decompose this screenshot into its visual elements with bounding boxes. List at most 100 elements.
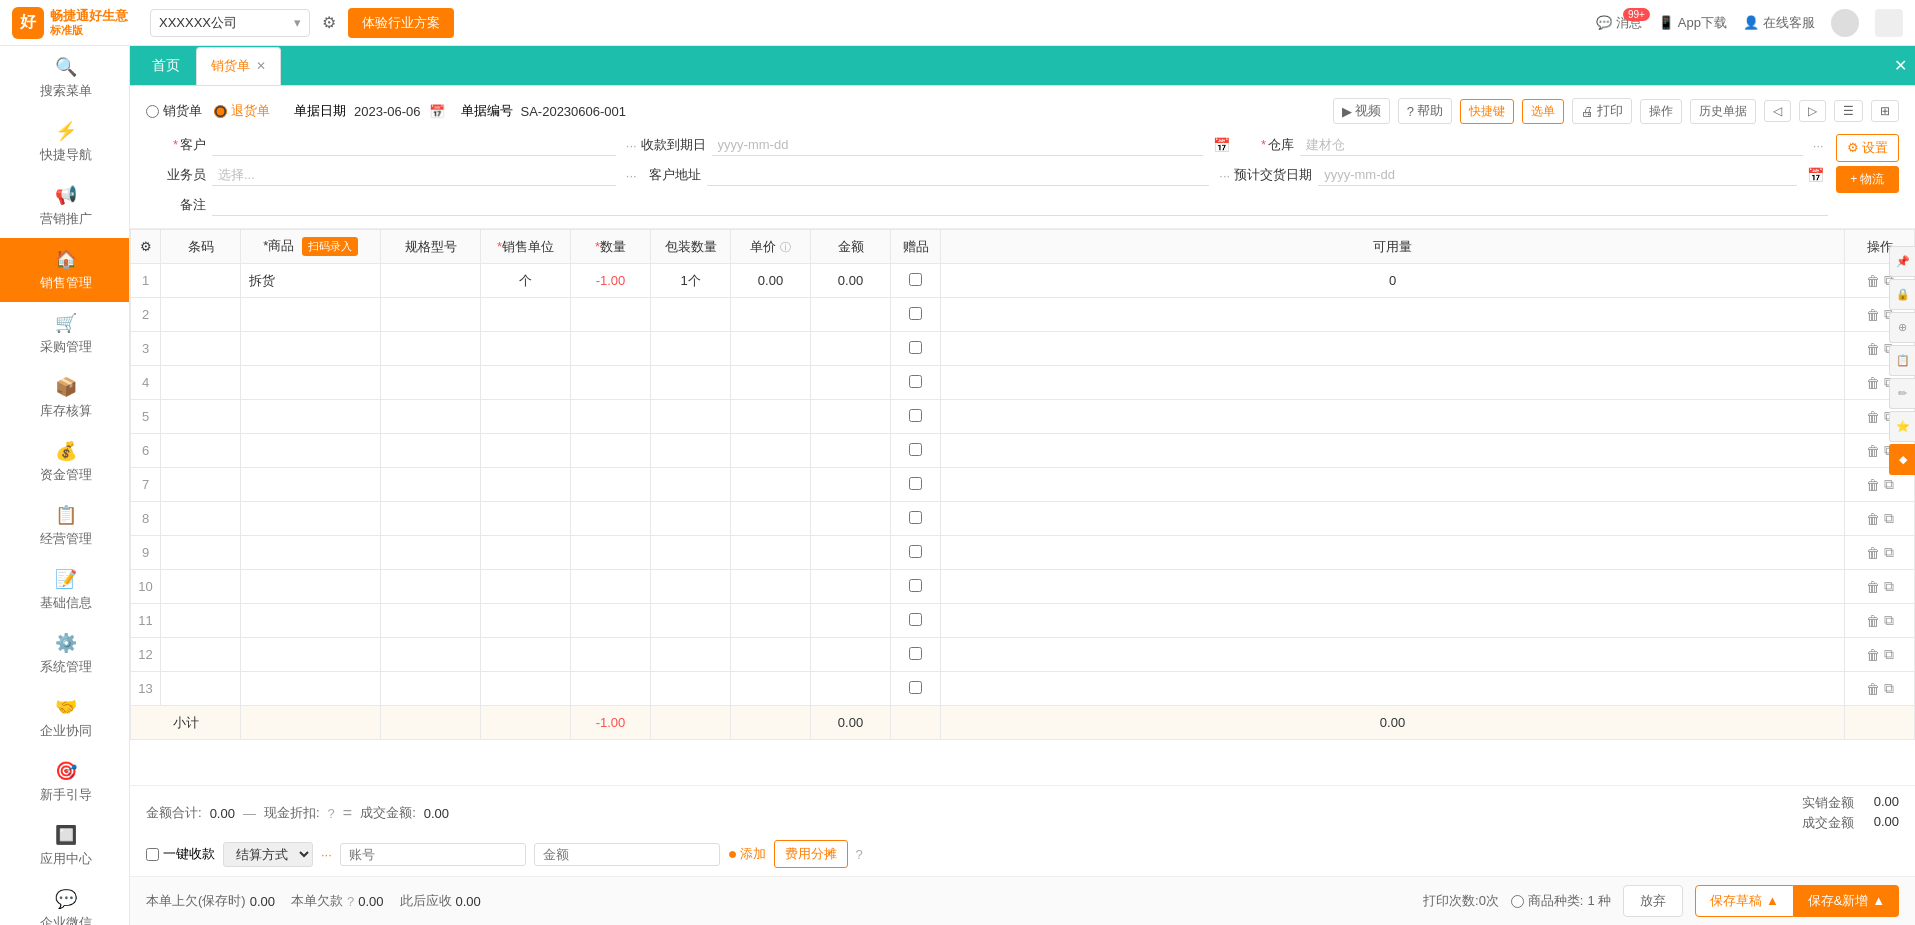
copy-row-btn[interactable]: ⧉ bbox=[1884, 680, 1894, 697]
delete-row-btn[interactable]: 🗑 bbox=[1866, 579, 1880, 595]
save-new-btn[interactable]: 保存&新增 ▲ bbox=[1794, 885, 1899, 917]
history-btn[interactable]: 历史单据 bbox=[1690, 99, 1756, 124]
sidebar-item-nav[interactable]: ⚡ 快捷导航 bbox=[0, 110, 129, 174]
warehouse-input[interactable] bbox=[1300, 134, 1803, 156]
cash-discount-help-icon[interactable]: ? bbox=[328, 806, 335, 821]
sidebar-item-guide[interactable]: 🎯 新手引导 bbox=[0, 750, 129, 814]
print-btn[interactable]: 🖨 打印 bbox=[1572, 98, 1632, 124]
sidebar-item-management[interactable]: 📋 经营管理 bbox=[0, 494, 129, 558]
sidebar-item-basics[interactable]: 📝 基础信息 bbox=[0, 558, 129, 622]
address-more-icon[interactable]: ··· bbox=[1215, 168, 1234, 183]
delete-row-btn[interactable]: 🗑 bbox=[1866, 545, 1880, 561]
grid-view-btn[interactable]: ⊞ bbox=[1871, 100, 1899, 122]
sidebar-item-finance[interactable]: 💰 资金管理 bbox=[0, 430, 129, 494]
gift-checkbox[interactable] bbox=[909, 579, 922, 592]
account-input[interactable] bbox=[340, 843, 526, 866]
delete-row-btn[interactable]: 🗑 bbox=[1866, 511, 1880, 527]
settings-btn[interactable]: ⚙ 设置 bbox=[1836, 134, 1899, 162]
radio-sales-input[interactable] bbox=[146, 105, 159, 118]
copy-row-btn[interactable]: ⧉ bbox=[1884, 510, 1894, 527]
tab-home[interactable]: 首页 bbox=[138, 46, 194, 86]
sidebar-item-inventory[interactable]: 📦 库存核算 bbox=[0, 366, 129, 430]
delete-row-btn[interactable]: 🗑 bbox=[1866, 681, 1880, 697]
delete-row-btn[interactable]: 🗑 bbox=[1866, 375, 1880, 391]
gift-checkbox[interactable] bbox=[909, 613, 922, 626]
copy-row-btn[interactable]: ⧉ bbox=[1884, 476, 1894, 493]
product-type-radio[interactable] bbox=[1511, 895, 1524, 908]
delete-row-btn[interactable]: 🗑 bbox=[1866, 341, 1880, 357]
payment-date-input[interactable] bbox=[712, 134, 1204, 156]
prev-btn[interactable]: ◁ bbox=[1764, 100, 1791, 122]
gift-checkbox[interactable] bbox=[909, 375, 922, 388]
gift-checkbox[interactable] bbox=[909, 409, 922, 422]
gift-checkbox[interactable] bbox=[909, 511, 922, 524]
sidebar-item-marketing[interactable]: 📢 营销推广 bbox=[0, 174, 129, 238]
panel-btn-4[interactable]: 📋 bbox=[1889, 345, 1915, 376]
sidebar-item-system[interactable]: ⚙️ 系统管理 bbox=[0, 622, 129, 686]
panel-btn-7[interactable]: ◆ bbox=[1889, 444, 1915, 475]
radio-sales[interactable]: 销货单 bbox=[146, 102, 202, 120]
delete-row-btn[interactable]: 🗑 bbox=[1866, 273, 1880, 289]
expected-date-input[interactable] bbox=[1318, 164, 1797, 186]
address-input[interactable] bbox=[707, 164, 1210, 186]
tab-close-icon[interactable]: ✕ bbox=[256, 59, 266, 73]
col-settings[interactable]: ⚙ bbox=[131, 230, 161, 264]
delete-row-btn[interactable]: 🗑 bbox=[1866, 307, 1880, 323]
sidebar-item-collab[interactable]: 🤝 企业协同 bbox=[0, 686, 129, 750]
delete-row-btn[interactable]: 🗑 bbox=[1866, 613, 1880, 629]
warehouse-more-icon[interactable]: ··· bbox=[1809, 138, 1828, 153]
remark-input[interactable] bbox=[212, 194, 1828, 216]
gift-checkbox[interactable] bbox=[909, 443, 922, 456]
logistics-btn[interactable]: + 物流 bbox=[1836, 166, 1899, 193]
discard-btn[interactable]: 放弃 bbox=[1623, 885, 1683, 917]
app-download-button[interactable]: 📱 App下载 bbox=[1658, 14, 1727, 32]
panel-btn-1[interactable]: 📌 bbox=[1889, 246, 1915, 277]
copy-row-btn[interactable]: ⧉ bbox=[1884, 544, 1894, 561]
gift-checkbox[interactable] bbox=[909, 681, 922, 694]
delete-row-btn[interactable]: 🗑 bbox=[1866, 647, 1880, 663]
gift-checkbox[interactable] bbox=[909, 477, 922, 490]
avatar[interactable] bbox=[1831, 9, 1859, 37]
customer-more-icon[interactable]: ··· bbox=[622, 138, 641, 153]
payment-calendar-icon[interactable]: 📅 bbox=[1209, 137, 1234, 153]
salesperson-more-icon[interactable]: ··· bbox=[622, 168, 641, 183]
short-help-icon[interactable]: ? bbox=[347, 894, 354, 909]
save-draft-btn[interactable]: 保存草稿 ▲ bbox=[1695, 885, 1794, 917]
radio-return-input[interactable] bbox=[214, 105, 227, 118]
amount-input[interactable] bbox=[534, 843, 720, 866]
trial-button[interactable]: 体验行业方案 bbox=[348, 8, 454, 38]
panel-btn-6[interactable]: ⭐ bbox=[1889, 411, 1915, 442]
sidebar-item-sales[interactable]: 🏠 销售管理 bbox=[0, 238, 129, 302]
message-button[interactable]: 💬 消息 99+ bbox=[1596, 14, 1642, 32]
gift-checkbox[interactable] bbox=[909, 341, 922, 354]
sidebar-item-search[interactable]: 🔍 搜索菜单 bbox=[0, 46, 129, 110]
settlement-method-select[interactable]: 结算方式 bbox=[223, 842, 313, 867]
expense-btn[interactable]: 费用分摊 bbox=[774, 840, 848, 868]
delete-row-btn[interactable]: 🗑 bbox=[1866, 477, 1880, 493]
shortcut-btn[interactable]: 快捷键 bbox=[1460, 99, 1514, 124]
next-btn[interactable]: ▷ bbox=[1799, 100, 1826, 122]
sidebar-item-apps[interactable]: 🔲 应用中心 bbox=[0, 814, 129, 878]
help-btn[interactable]: ? 帮助 bbox=[1398, 98, 1452, 124]
tab-bar-close-icon[interactable]: ✕ bbox=[1894, 56, 1907, 75]
select-btn[interactable]: 选单 bbox=[1522, 99, 1564, 124]
customer-input[interactable] bbox=[212, 134, 616, 156]
settings-button[interactable]: ⚙ bbox=[318, 9, 340, 36]
delete-row-btn[interactable]: 🗑 bbox=[1866, 443, 1880, 459]
copy-row-btn[interactable]: ⧉ bbox=[1884, 612, 1894, 629]
gift-checkbox[interactable] bbox=[909, 545, 922, 558]
gift-checkbox[interactable] bbox=[909, 307, 922, 320]
expected-calendar-icon[interactable]: 📅 bbox=[1803, 167, 1828, 183]
sidebar-item-wechat[interactable]: 💬 企业微信 bbox=[0, 878, 129, 925]
gift-checkbox[interactable] bbox=[909, 273, 922, 286]
delete-row-btn[interactable]: 🗑 bbox=[1866, 409, 1880, 425]
expense-help-icon[interactable]: ? bbox=[856, 847, 863, 862]
one-click-payment-check[interactable]: 一键收款 bbox=[146, 845, 215, 863]
company-selector[interactable]: XXXXXX公司 ▾ bbox=[150, 9, 310, 37]
list-view-btn[interactable]: ☰ bbox=[1834, 100, 1863, 122]
copy-row-btn[interactable]: ⧉ bbox=[1884, 646, 1894, 663]
panel-btn-3[interactable]: ⊕ bbox=[1889, 312, 1915, 343]
add-payment-btn[interactable]: ● 添加 bbox=[728, 845, 766, 863]
panel-btn-5[interactable]: ✏ bbox=[1889, 378, 1915, 409]
gift-checkbox[interactable] bbox=[909, 647, 922, 660]
